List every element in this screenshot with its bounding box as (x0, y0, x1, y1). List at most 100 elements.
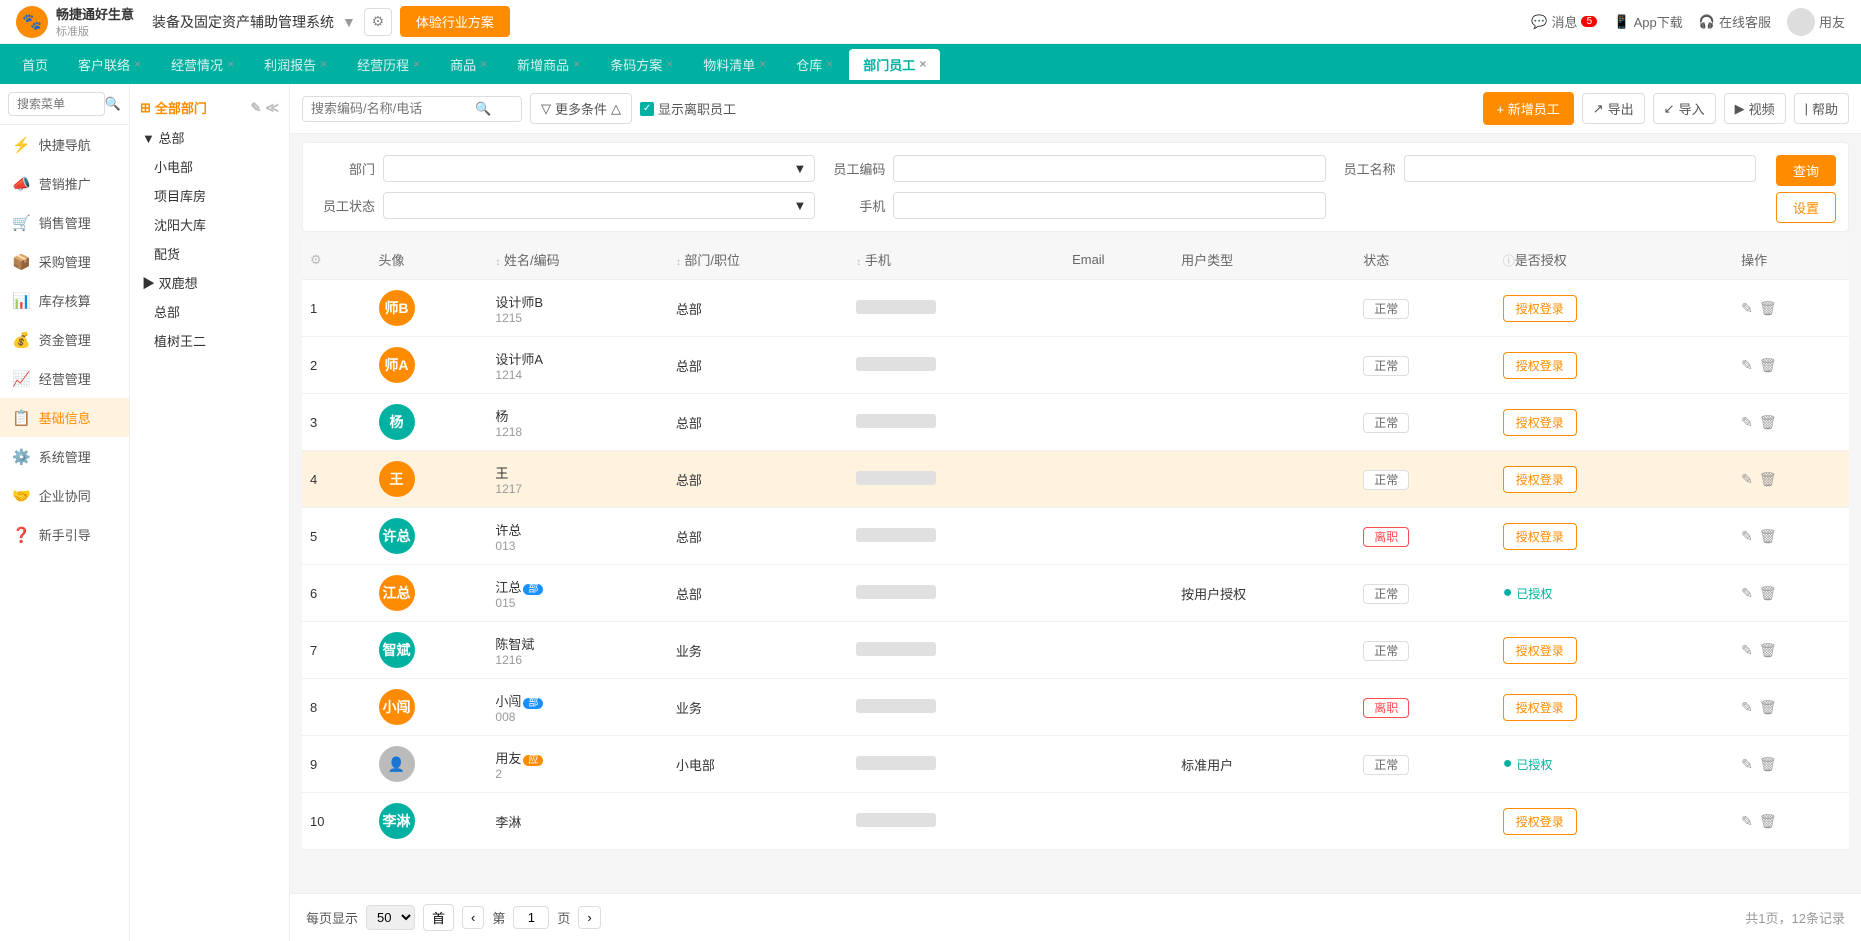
nav-tab-仓库[interactable]: 仓库 × (782, 49, 847, 80)
next-page-button[interactable]: › (578, 906, 600, 929)
nav-tab-首页[interactable]: 首页 (8, 49, 62, 80)
auth-button[interactable]: 授权登录 (1503, 352, 1577, 379)
query-button[interactable]: 查询 (1776, 155, 1836, 186)
dept-node-植树王二[interactable]: 植树王二 (130, 326, 289, 355)
edit-icon[interactable]: ✎ (1741, 585, 1753, 602)
nav-tab-新增商品[interactable]: 新增商品 × (503, 49, 594, 80)
auth-info-icon[interactable]: ⓘ (1503, 254, 1515, 268)
sidebar-item-purchase[interactable]: 📦采购管理 (0, 242, 129, 281)
delete-icon[interactable]: 🗑 (1759, 414, 1777, 431)
per-page-select[interactable]: 50 (366, 905, 415, 930)
th-name[interactable]: ↕ 姓名/编码 (487, 240, 667, 280)
delete-icon[interactable]: 🗑 (1759, 699, 1777, 716)
delete-icon[interactable]: 🗑 (1759, 642, 1777, 659)
user-menu-button[interactable]: 用友 (1787, 8, 1845, 36)
dropdown-arrow-icon[interactable]: ▼ (342, 14, 356, 30)
sidebar-item-stock[interactable]: 📊库存核算 (0, 281, 129, 320)
add-employee-button[interactable]: + 新增员工 (1483, 92, 1574, 125)
phone-input[interactable] (893, 192, 1325, 219)
th-dept[interactable]: ↕ 部门/职位 (668, 240, 848, 280)
dept-node-总部[interactable]: ▼ 总部 (130, 123, 289, 152)
nav-tab-经营历程[interactable]: 经营历程 × (343, 49, 434, 80)
sidebar-item-system[interactable]: ⚙️系统管理 (0, 437, 129, 476)
edit-icon[interactable]: ✎ (1741, 813, 1753, 830)
auth-button[interactable]: 授权登录 (1503, 523, 1577, 550)
dept-select[interactable]: ▼ (383, 155, 815, 182)
search-input[interactable] (311, 101, 471, 116)
sidebar-item-shortcut[interactable]: ⚡快捷导航 (0, 125, 129, 164)
sidebar-item-guide[interactable]: ❓新手引导 (0, 515, 129, 554)
import-button[interactable]: ↙ 导入 (1653, 93, 1716, 124)
edit-icon[interactable]: ✎ (1741, 528, 1753, 545)
sidebar-item-business[interactable]: 📈经营管理 (0, 359, 129, 398)
auth-button[interactable]: 授权登录 (1503, 694, 1577, 721)
export-button[interactable]: ↗ 导出 (1582, 93, 1645, 124)
th-phone[interactable]: ↕ 手机 (848, 240, 1064, 280)
gear-button[interactable]: ⚙ (364, 8, 392, 36)
edit-icon[interactable]: ✎ (1741, 642, 1753, 659)
edit-icon[interactable]: ✎ (1741, 300, 1753, 317)
sidebar-item-collab[interactable]: 🤝企业协同 (0, 476, 129, 515)
dept-node-总部[interactable]: 总部 (130, 297, 289, 326)
nav-tab-商品[interactable]: 商品 × (436, 49, 501, 80)
delete-icon[interactable]: 🗑 (1759, 300, 1777, 317)
dept-node-沈阳大库[interactable]: 沈阳大库 (130, 210, 289, 239)
tree-collapse-icon[interactable]: ≪ (265, 100, 279, 116)
auth-button[interactable]: 授权登录 (1503, 466, 1577, 493)
video-button[interactable]: ▶ 视频 (1724, 93, 1786, 124)
nav-tab-经营情况[interactable]: 经营情况 × (157, 49, 248, 80)
sidebar-item-finance[interactable]: 💰资金管理 (0, 320, 129, 359)
sidebar-search[interactable]: 🔍 (0, 84, 129, 125)
tab-close-icon[interactable]: × (480, 57, 487, 71)
th-settings[interactable]: ⚙ (302, 240, 371, 280)
delete-icon[interactable]: 🗑 (1759, 471, 1777, 488)
trial-button[interactable]: 体验行业方案 (400, 6, 510, 37)
sidebar-item-sales[interactable]: 🛒销售管理 (0, 203, 129, 242)
search-box[interactable]: 🔍 (302, 96, 522, 122)
auth-button[interactable]: 授权登录 (1503, 808, 1577, 835)
nav-tab-部门员工[interactable]: 部门员工 × (849, 49, 940, 80)
tab-close-icon[interactable]: × (227, 57, 234, 71)
edit-icon[interactable]: ✎ (1741, 756, 1753, 773)
tree-edit-icon[interactable]: ✎ (250, 100, 261, 116)
tab-close-icon[interactable]: × (919, 57, 926, 71)
first-page-button[interactable]: 首 (423, 904, 454, 931)
edit-icon[interactable]: ✎ (1741, 699, 1753, 716)
sidebar-item-basic[interactable]: 📋基础信息 (0, 398, 129, 437)
emp-code-input[interactable] (893, 155, 1325, 182)
nav-tab-客户联络[interactable]: 客户联络 × (64, 49, 155, 80)
show-resigned-toggle[interactable]: ✓ 显示离职员工 (640, 99, 736, 118)
edit-icon[interactable]: ✎ (1741, 471, 1753, 488)
tab-close-icon[interactable]: × (413, 57, 420, 71)
message-button[interactable]: 💬 消息 5 (1531, 12, 1597, 31)
delete-icon[interactable]: 🗑 (1759, 528, 1777, 545)
nav-tab-物料清单[interactable]: 物料清单 × (689, 49, 780, 80)
auth-button[interactable]: 授权登录 (1503, 637, 1577, 664)
auth-button[interactable]: 授权登录 (1503, 409, 1577, 436)
tab-close-icon[interactable]: × (573, 57, 580, 71)
nav-tab-利润报告[interactable]: 利润报告 × (250, 49, 341, 80)
delete-icon[interactable]: 🗑 (1759, 585, 1777, 602)
dept-node-▶ 双鹿想[interactable]: ▶ 双鹿想 (130, 268, 289, 297)
sidebar-search-input[interactable] (8, 92, 105, 116)
tab-close-icon[interactable]: × (134, 57, 141, 71)
more-filter-button[interactable]: ▽ 更多条件 △ (530, 93, 632, 124)
auth-button[interactable]: 授权登录 (1503, 295, 1577, 322)
emp-status-select[interactable]: ▼ (383, 192, 815, 219)
dept-node-项目库房[interactable]: 项目库房 (130, 181, 289, 210)
help-button[interactable]: | 帮助 (1794, 93, 1849, 124)
app-download-button[interactable]: 📱 App下载 (1613, 12, 1682, 31)
nav-tab-条码方案[interactable]: 条码方案 × (596, 49, 687, 80)
emp-name-input[interactable] (1404, 155, 1756, 182)
tab-close-icon[interactable]: × (826, 57, 833, 71)
reset-button[interactable]: 设置 (1776, 192, 1836, 223)
tab-close-icon[interactable]: × (666, 57, 673, 71)
delete-icon[interactable]: 🗑 (1759, 357, 1777, 374)
sidebar-item-marketing[interactable]: 📣营销推广 (0, 164, 129, 203)
edit-icon[interactable]: ✎ (1741, 414, 1753, 431)
delete-icon[interactable]: 🗑 (1759, 813, 1777, 830)
edit-icon[interactable]: ✎ (1741, 357, 1753, 374)
resigned-checkbox[interactable]: ✓ (640, 102, 654, 116)
prev-page-button[interactable]: ‹ (462, 906, 484, 929)
tab-close-icon[interactable]: × (759, 57, 766, 71)
